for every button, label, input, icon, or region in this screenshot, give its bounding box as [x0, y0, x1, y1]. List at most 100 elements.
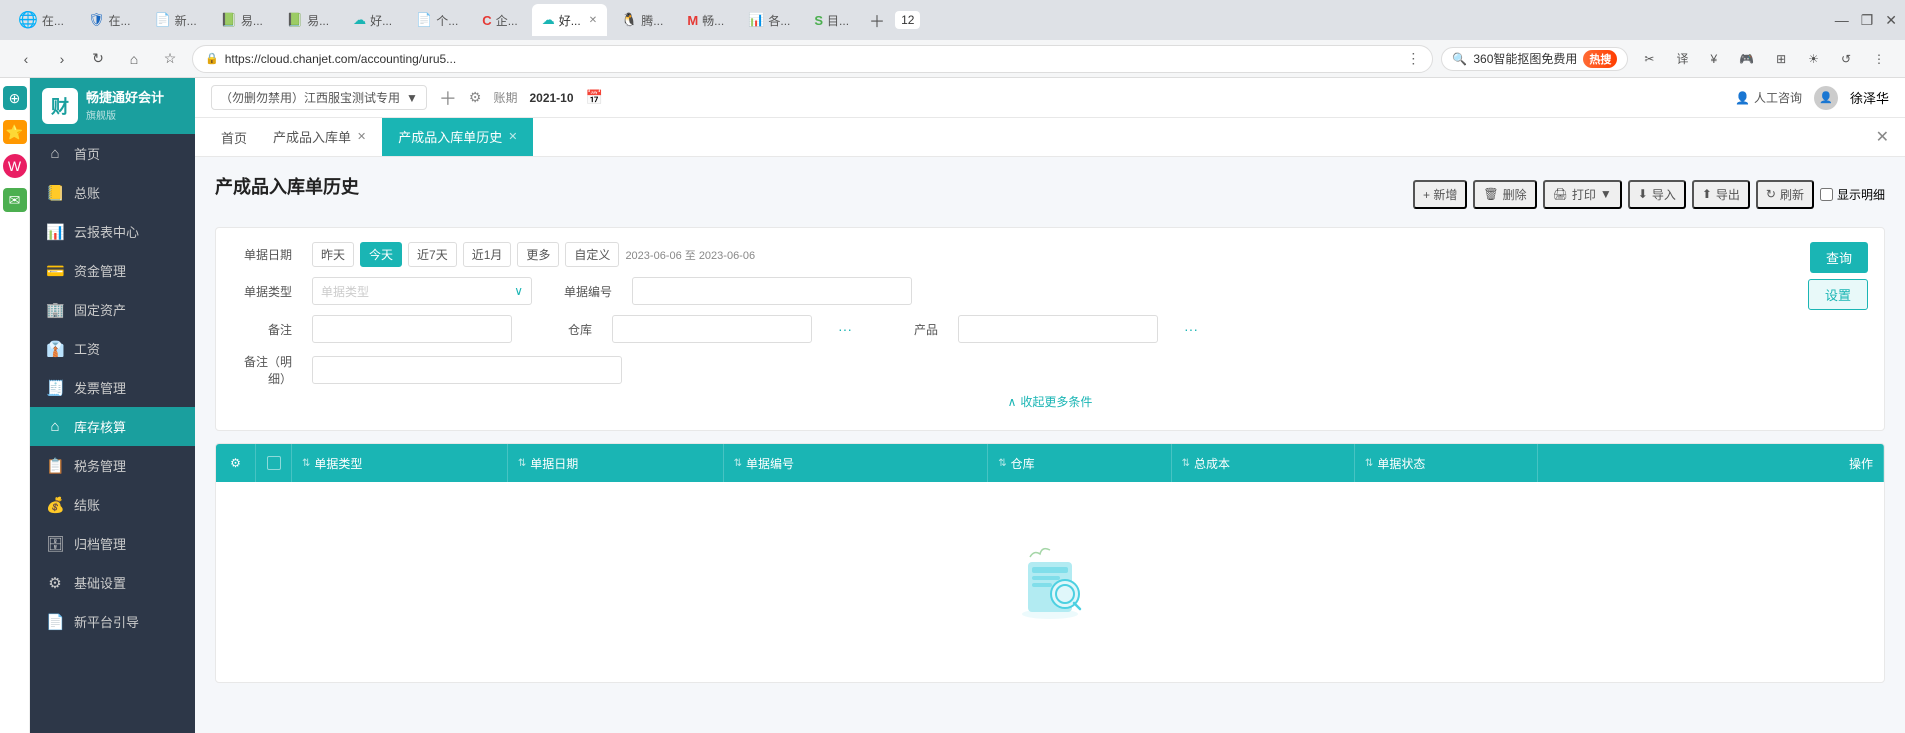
ledger-menu-icon: 📒 [46, 184, 64, 202]
browser-tab-3[interactable]: 📄 新... [144, 4, 206, 36]
history-icon[interactable]: ↺ [1833, 49, 1859, 69]
add-company-button[interactable]: ＋ [439, 85, 457, 111]
display-detail-input[interactable] [1820, 188, 1833, 201]
add-button[interactable]: + 新增 [1413, 180, 1467, 209]
sidebar-item-fund[interactable]: 💳 资金管理 [30, 251, 195, 290]
num-filter-input[interactable] [632, 277, 912, 305]
th-type[interactable]: ⇅ 单据类型 [292, 444, 508, 482]
rail-icon-4[interactable]: ✉ [3, 188, 27, 212]
browser-tab-2[interactable]: 🛡 在... [78, 4, 141, 36]
delete-button[interactable]: 🗑 删除 [1473, 180, 1536, 209]
bookmark-button[interactable]: ☆ [156, 45, 184, 73]
rail-icon-3[interactable]: W [3, 154, 27, 178]
type-select[interactable]: 单据类型 ∨ [312, 277, 532, 305]
refresh-button[interactable]: ↻ [84, 45, 112, 73]
breadcrumb-home[interactable]: 首页 [211, 128, 257, 147]
th-date[interactable]: ⇅ 单据日期 [508, 444, 724, 482]
th-num[interactable]: ⇅ 单据编号 [724, 444, 989, 482]
filter-settings-button[interactable]: 设置 [1808, 279, 1868, 310]
delete-label: 删除 [1503, 186, 1527, 203]
maximize-icon[interactable]: ❐ [1861, 12, 1874, 29]
sidebar-item-basic[interactable]: ⚙ 基础设置 [30, 563, 195, 602]
page-tab-list[interactable]: 产成品入库单 ✕ [257, 118, 382, 156]
page-tab-history[interactable]: 产成品入库单历史 ✕ [382, 118, 533, 156]
sidebar-item-wage[interactable]: 👔 工资 [30, 329, 195, 368]
date-btn-yesterday[interactable]: 昨天 [312, 242, 354, 267]
scissors-icon[interactable]: ✂ [1636, 49, 1662, 69]
browser-tab-10[interactable]: 🐧 腾... [611, 4, 673, 36]
sidebar-item-ledger[interactable]: 📒 总账 [30, 173, 195, 212]
sidebar-item-close[interactable]: 💰 结账 [30, 485, 195, 524]
close-icon[interactable]: ✕ [1885, 12, 1897, 29]
refresh-action-button[interactable]: ↻ 刷新 [1756, 180, 1814, 209]
sidebar-item-report[interactable]: 📊 云报表中心 [30, 212, 195, 251]
translate-icon[interactable]: 译 [1668, 47, 1696, 70]
game-icon[interactable]: 🎮 [1731, 49, 1762, 69]
select-all-checkbox[interactable] [267, 456, 281, 470]
rail-icon-1[interactable]: ⊕ [3, 86, 27, 110]
product-filter-input[interactable] [958, 315, 1158, 343]
warehouse-dots-icon[interactable]: ··· [832, 321, 858, 337]
extensions-icon[interactable]: ⋮ [1406, 50, 1420, 67]
sidebar-item-tax[interactable]: 📋 税务管理 [30, 446, 195, 485]
th-check[interactable] [256, 444, 292, 482]
browser-tab-5[interactable]: 📗 易... [277, 4, 339, 36]
import-button[interactable]: ⬇ 导入 [1628, 180, 1686, 209]
company-selector[interactable]: （勿删勿禁用）江西服宝测试专用 ▼ [211, 85, 427, 110]
browser-tab-13[interactable]: S 目... [804, 4, 859, 36]
note-filter-input[interactable] [312, 315, 512, 343]
th-gear[interactable]: ⚙ [216, 444, 256, 482]
archive-menu-icon: 🗄 [46, 535, 64, 553]
rail-icon-2[interactable]: ⭐ [3, 120, 27, 144]
sidebar-item-home[interactable]: ⌂ 首页 [30, 134, 195, 173]
browser-tab-11[interactable]: M 畅... [677, 4, 734, 36]
browser-tab-9-active[interactable]: ☁ 好... ✕ [532, 4, 607, 36]
user-service-button[interactable]: 👤 人工咨询 [1735, 89, 1802, 106]
warehouse-filter-input[interactable] [612, 315, 812, 343]
sidebar-item-archive[interactable]: 🗄 归档管理 [30, 524, 195, 563]
browser-tab-1[interactable]: 🌐 在... [8, 4, 74, 36]
export-button[interactable]: ⬆ 导出 [1692, 180, 1750, 209]
product-dots-icon[interactable]: ··· [1178, 321, 1204, 337]
th-status[interactable]: ⇅ 单据状态 [1355, 444, 1538, 482]
theme-icon[interactable]: ☀ [1800, 49, 1827, 69]
th-warehouse[interactable]: ⇅ 仓库 [988, 444, 1171, 482]
date-btn-1month[interactable]: 近1月 [463, 242, 512, 267]
print-button[interactable]: 🖨 打印 ▼ [1543, 180, 1622, 209]
grid-icon[interactable]: ⊞ [1768, 49, 1794, 69]
panel-close-button[interactable]: ✕ [1876, 127, 1889, 147]
page-tab-list-close[interactable]: ✕ [357, 130, 366, 143]
minimize-icon[interactable]: — [1835, 12, 1849, 28]
browser-tab-6[interactable]: ☁ 好... [343, 4, 402, 36]
settings-menu-icon[interactable]: ⋮ [1865, 49, 1893, 69]
tab-add-button[interactable]: ＋ [863, 6, 891, 34]
sidebar-item-fixed[interactable]: 🏢 固定资产 [30, 290, 195, 329]
browser-tab-8[interactable]: C 企... [472, 4, 527, 36]
note-detail-filter-input[interactable] [312, 356, 622, 384]
company-settings-icon[interactable]: ⚙ [469, 89, 482, 106]
collapse-bar[interactable]: ∧ 收起更多条件 [232, 387, 1868, 416]
browser-tab-4[interactable]: 📗 易... [211, 4, 273, 36]
home-button[interactable]: ⌂ [120, 45, 148, 73]
url-box[interactable]: 🔒 https://cloud.chanjet.com/accounting/u… [192, 45, 1433, 73]
date-btn-custom[interactable]: 自定义 [565, 242, 619, 267]
date-btn-more[interactable]: 更多 [517, 242, 559, 267]
sidebar-item-inventory[interactable]: ⌂ 库存核算 [30, 407, 195, 446]
th-cost[interactable]: ⇅ 总成本 [1172, 444, 1355, 482]
date-btn-today[interactable]: 今天 [360, 242, 402, 267]
search-bar[interactable]: 🔍 360智能抠图免费用 热搜 [1441, 47, 1628, 71]
back-button[interactable]: ‹ [12, 45, 40, 73]
currency-icon[interactable]: ¥ [1702, 49, 1725, 69]
tab-close-icon[interactable]: ✕ [589, 15, 597, 26]
forward-button[interactable]: › [48, 45, 76, 73]
date-btn-7days[interactable]: 近7天 [408, 242, 457, 267]
calendar-icon[interactable]: 📅 [586, 89, 603, 106]
sidebar-item-newbill[interactable]: 📄 新平台引导 [30, 602, 195, 641]
browser-tab-7[interactable]: 📄 个... [406, 4, 468, 36]
user-avatar[interactable]: 👤 [1814, 86, 1838, 110]
page-tab-history-close[interactable]: ✕ [508, 130, 517, 143]
display-detail-checkbox[interactable]: 显示明细 [1820, 186, 1885, 203]
browser-tab-12[interactable]: 📊 各... [738, 4, 800, 36]
query-button[interactable]: 查询 [1810, 242, 1868, 273]
sidebar-item-invoice[interactable]: 🧾 发票管理 [30, 368, 195, 407]
